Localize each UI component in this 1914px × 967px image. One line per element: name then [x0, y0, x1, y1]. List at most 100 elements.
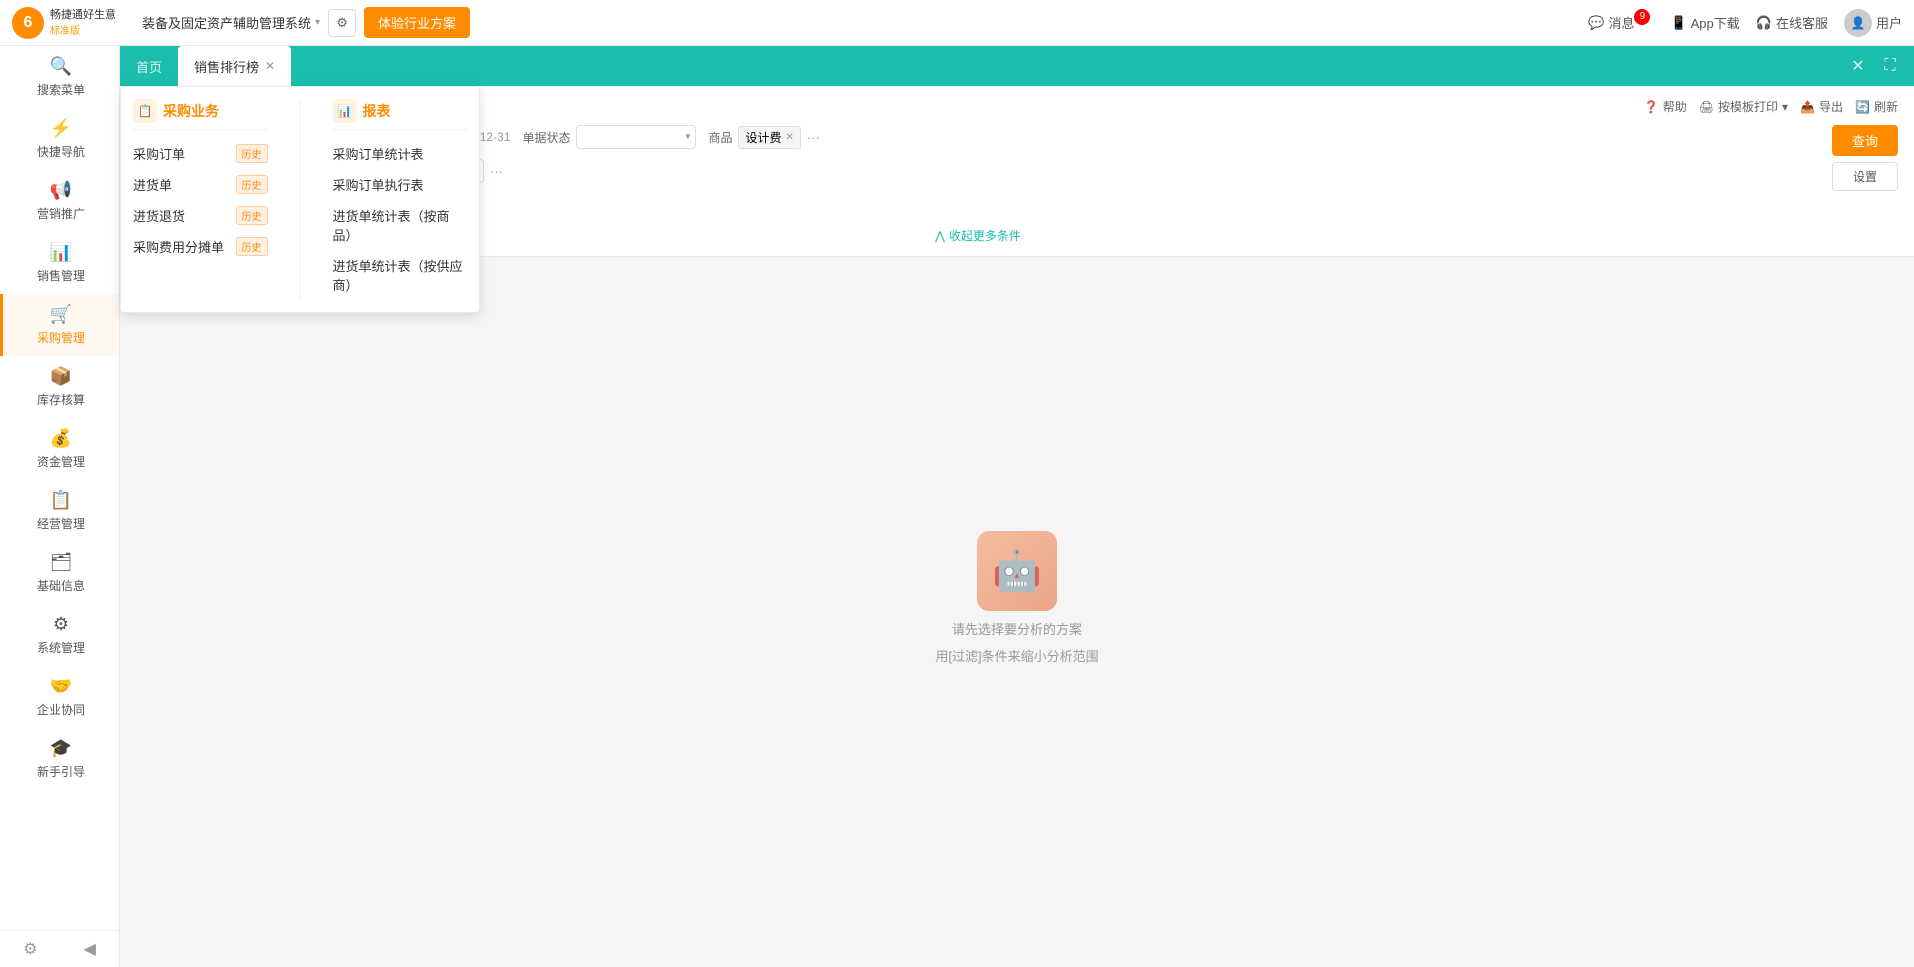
- dropdown-menu: 📋 采购业务 采购订单 历史 进货单 历史 进货退货 历史 采购费用分摊单 历史: [120, 86, 480, 313]
- operation-icon: 📋: [50, 490, 72, 511]
- sidebar-item-marketing[interactable]: 📢 营销推广: [0, 170, 119, 232]
- logo-icon: 6: [12, 7, 44, 39]
- tab-close-window-icon[interactable]: ✕: [1846, 54, 1870, 78]
- settings-bottom-icon[interactable]: ⚙: [23, 939, 37, 959]
- menu-item-return[interactable]: 进货退货 历史: [133, 200, 268, 231]
- enterprise-icon: 🤝: [50, 676, 72, 697]
- sidebar-item-system[interactable]: ⚙ 系统管理: [0, 604, 119, 666]
- menu-item-order-exec[interactable]: 采购订单执行表: [333, 169, 468, 200]
- print-icon: 🖨: [1699, 100, 1714, 114]
- logo-line1: 畅捷通好生意: [50, 8, 116, 22]
- refresh-btn[interactable]: 🔄 刷新: [1855, 98, 1898, 115]
- collapse-sidebar-icon[interactable]: ◀: [84, 939, 96, 959]
- menu-item-inbound-stats-goods[interactable]: 进货单统计表（按商品）: [333, 200, 468, 250]
- sidebar-item-sales[interactable]: 📊 销售管理: [0, 232, 119, 294]
- dropdown-col1-title: 📋 采购业务: [133, 99, 268, 130]
- menu-item-inbound-stats-supplier[interactable]: 进货单统计表（按供应商）: [333, 250, 468, 300]
- dropdown-col-report: 📊 报表 采购订单统计表 采购订单执行表 进货单统计表（按商品） 进货单统计表（…: [333, 99, 468, 300]
- top-mid: 装备及固定资产辅助管理系统 ▾ ⚙ 体验行业方案: [142, 7, 1588, 38]
- help-icon: ❓: [1644, 100, 1659, 114]
- gear-button[interactable]: ⚙: [328, 9, 356, 37]
- sidebar-item-purchase[interactable]: 🛒 采购管理: [0, 294, 119, 356]
- hist-badge: 历史: [236, 175, 268, 194]
- hist-badge: 历史: [236, 237, 268, 256]
- purchase-icon: 🛒: [50, 304, 72, 325]
- report-menu-icon: 📊: [333, 99, 357, 123]
- empty-text-2: 用[过滤]条件来缩小分析范围: [935, 646, 1098, 665]
- headset-icon: 🎧: [1756, 15, 1772, 31]
- user-item[interactable]: 👤 用户: [1844, 9, 1902, 37]
- avatar: 👤: [1844, 9, 1872, 37]
- goods-tag-close[interactable]: ✕: [785, 132, 793, 143]
- empty-text-1: 请先选择要分析的方案: [952, 619, 1082, 638]
- dropdown-arrow-icon[interactable]: ▾: [315, 17, 320, 28]
- finance-icon: 💰: [50, 428, 72, 449]
- print-btn[interactable]: 🖨 按模板打印 ▾: [1699, 98, 1788, 115]
- hist-badge: 历史: [236, 206, 268, 225]
- hist-badge: 历史: [236, 144, 268, 163]
- print-dropdown-icon[interactable]: ▾: [1782, 100, 1788, 114]
- status-label: 单据状态: [522, 129, 570, 146]
- tab-sales-ranking[interactable]: 销售排行榜 ✕: [178, 46, 291, 86]
- sidebar-item-newbie[interactable]: 🎓 新手引导: [0, 728, 119, 790]
- system-icon: ⚙: [53, 614, 69, 635]
- newbie-icon: 🎓: [50, 738, 72, 759]
- sidebar-item-basic[interactable]: 🗂 基础信息: [0, 542, 119, 604]
- message-item[interactable]: 💬 消息 9: [1588, 13, 1654, 32]
- goods-tag: 设计费 ✕: [738, 126, 800, 149]
- help-btn[interactable]: ❓ 帮助: [1644, 98, 1687, 115]
- sidebar-item-enterprise[interactable]: 🤝 企业协同: [0, 666, 119, 728]
- menu-item-inbound[interactable]: 进货单 历史: [133, 169, 268, 200]
- tab-close-icon[interactable]: ✕: [265, 59, 275, 73]
- message-icon: 💬: [1588, 15, 1604, 31]
- app-download-item[interactable]: 📱 App下载: [1670, 13, 1739, 32]
- tab-bar: 首页 销售排行榜 ✕ ✕ ⛶: [120, 46, 1914, 86]
- sidebar-item-search[interactable]: 🔍 搜索菜单: [0, 46, 119, 108]
- sidebar-item-inventory[interactable]: 📦 库存核算: [0, 356, 119, 418]
- sidebar: 🔍 搜索菜单 ⚡ 快捷导航 📢 营销推广 📊 销售管理 🛒 采购管理 📦 库存核…: [0, 46, 120, 967]
- quick-icon: ⚡: [50, 118, 72, 139]
- sidebar-item-finance[interactable]: 💰 资金管理: [0, 418, 119, 480]
- filter-actions: 查询 设置: [1832, 125, 1898, 191]
- empty-robot-icon: 🤖: [977, 531, 1057, 611]
- export-btn[interactable]: 📤 导出: [1800, 98, 1843, 115]
- search-icon: 🔍: [50, 56, 72, 77]
- status-filter: 单据状态: [522, 125, 696, 149]
- marketing-icon: 📢: [50, 180, 72, 201]
- tab-maximize-icon[interactable]: ⛶: [1878, 54, 1902, 78]
- tab-home[interactable]: 首页: [120, 46, 178, 86]
- logo-line2: 标准版: [50, 22, 116, 37]
- dropdown-col2-title: 📊 报表: [333, 99, 468, 130]
- system-title: 装备及固定资产辅助管理系统 ▾: [142, 13, 320, 32]
- set-button[interactable]: 设置: [1832, 162, 1898, 191]
- menu-item-purchase-order[interactable]: 采购订单 历史: [133, 138, 268, 169]
- top-right: 💬 消息 9 📱 App下载 🎧 在线客服 👤 用户: [1588, 9, 1902, 37]
- menu-item-cost-spread[interactable]: 采购费用分摊单 历史: [133, 231, 268, 262]
- salesman-more-dots[interactable]: ···: [490, 164, 503, 179]
- status-select[interactable]: [576, 125, 696, 149]
- empty-state: 🤖 请先选择要分析的方案 用[过滤]条件来缩小分析范围: [120, 257, 1914, 938]
- tab-end: ✕ ⛶: [1846, 54, 1914, 78]
- refresh-icon: 🔄: [1855, 100, 1870, 114]
- goods-label: 商品: [708, 129, 732, 146]
- purchase-menu-icon: 📋: [133, 99, 157, 123]
- dropdown-divider: [300, 99, 301, 300]
- export-icon: 📤: [1800, 100, 1815, 114]
- goods-more-dots[interactable]: ···: [807, 130, 820, 145]
- message-badge: 9: [1634, 9, 1650, 25]
- industry-button[interactable]: 体验行业方案: [364, 7, 470, 38]
- phone-icon: 📱: [1670, 15, 1686, 31]
- sales-icon: 📊: [50, 242, 72, 263]
- inventory-icon: 📦: [50, 366, 72, 387]
- query-button[interactable]: 查询: [1832, 125, 1898, 156]
- online-service-item[interactable]: 🎧 在线客服: [1756, 13, 1828, 32]
- top-bar: 6 畅捷通好生意 标准版 装备及固定资产辅助管理系统 ▾ ⚙ 体验行业方案 💬 …: [0, 0, 1914, 46]
- goods-filter: 商品 设计费 ✕ ···: [708, 126, 819, 149]
- sidebar-item-operation[interactable]: 📋 经营管理: [0, 480, 119, 542]
- dropdown-cols: 📋 采购业务 采购订单 历史 进货单 历史 进货退货 历史 采购费用分摊单 历史: [133, 99, 467, 300]
- logo-area: 6 畅捷通好生意 标准版: [12, 7, 132, 39]
- basic-icon: 🗂: [50, 552, 73, 573]
- menu-item-order-stats[interactable]: 采购订单统计表: [333, 138, 468, 169]
- sidebar-item-quick[interactable]: ⚡ 快捷导航: [0, 108, 119, 170]
- collapse-icon: ⋀: [935, 229, 945, 243]
